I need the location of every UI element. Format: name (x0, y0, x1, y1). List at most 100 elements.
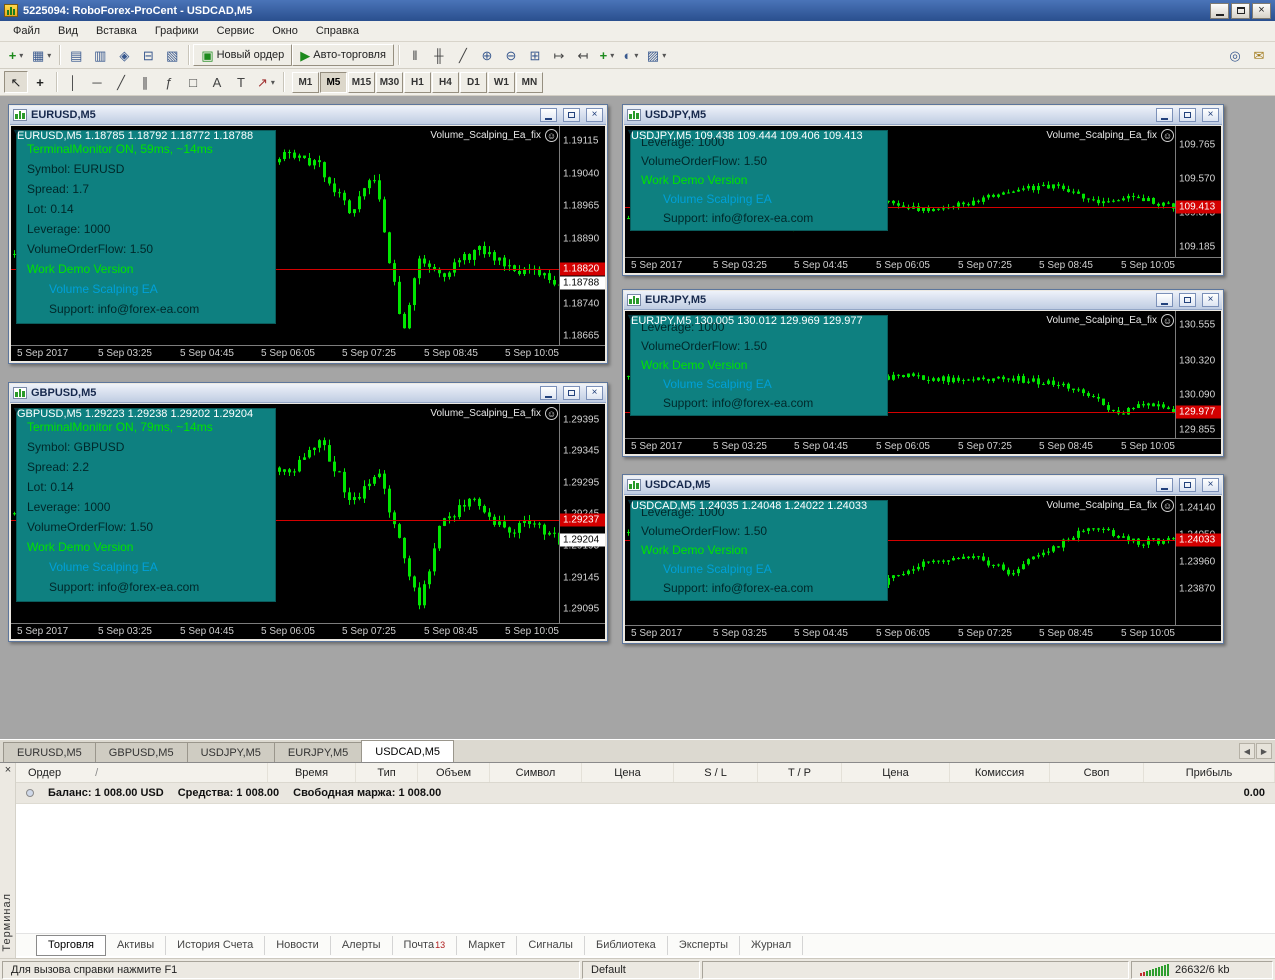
chart-close-icon[interactable]: × (1202, 478, 1219, 492)
chart-plot-area[interactable]: GBPUSD,M5 1.29223 1.29238 1.29202 1.2920… (11, 404, 561, 623)
terminal-column-header[interactable]: Своп (1050, 763, 1144, 782)
timeframe-w1-button[interactable]: W1 (487, 71, 515, 93)
text-button[interactable]: A (205, 71, 229, 93)
terminal-tab[interactable]: История Счета (166, 935, 266, 955)
timeframe-m5-button[interactable]: M5 (319, 71, 347, 93)
strategy-tester-button[interactable]: ▧ (160, 44, 184, 66)
line-chart-button[interactable]: ╱ (451, 44, 475, 66)
timeframe-m15-button[interactable]: M15 (347, 71, 375, 93)
chart-tab[interactable]: USDCAD,M5 (361, 740, 455, 762)
market-watch-button[interactable]: ▤ (64, 44, 88, 66)
ea-smiley-icon[interactable]: ☺ (1161, 499, 1174, 512)
ea-smiley-icon[interactable]: ☺ (1161, 129, 1174, 142)
equidistant-channel-button[interactable]: ∥ (133, 71, 157, 93)
chart-minimize-icon[interactable] (1156, 478, 1173, 492)
arrows-button[interactable]: ↗ ▾ (253, 71, 279, 93)
price-scale[interactable]: 130.555 130.320 130.090 129.855 129.977 (1175, 311, 1221, 438)
scroll-right-icon[interactable]: ▶ (1256, 743, 1272, 759)
chart-restore-icon[interactable] (563, 108, 580, 122)
terminal-tab[interactable]: Новости (265, 935, 331, 955)
chart-minimize-icon[interactable] (1156, 293, 1173, 307)
balance-row[interactable]: Баланс: 1 008.00 USD Средства: 1 008.00 … (16, 783, 1275, 804)
chart-close-icon[interactable]: × (1202, 293, 1219, 307)
terminal-column-header[interactable]: Время (268, 763, 356, 782)
panel-collapse-arrow-icon[interactable]: ▼ (626, 497, 635, 507)
timeframe-mn-button[interactable]: MN (515, 71, 543, 93)
terminal-tab[interactable]: Почта 13 (393, 935, 458, 955)
timeframe-m1-button[interactable]: M1 (291, 71, 319, 93)
chat-button[interactable]: ✉ (1247, 44, 1271, 66)
chart-close-icon[interactable]: × (586, 108, 603, 122)
terminal-column-header[interactable]: Цена (842, 763, 950, 782)
timeframe-d1-button[interactable]: D1 (459, 71, 487, 93)
menu-item[interactable]: Окно (263, 21, 307, 41)
chart-window-titlebar[interactable]: GBPUSD,M5 × (10, 384, 606, 403)
terminal-tab[interactable]: Сигналы (517, 935, 585, 955)
zoom-in-button[interactable]: ⊕ (475, 44, 499, 66)
terminal-column-header[interactable]: T / P (758, 763, 842, 782)
new-chart-button[interactable]: + ▾ (4, 44, 28, 66)
chart-restore-icon[interactable] (1179, 108, 1196, 122)
terminal-tab[interactable]: Библиотека (585, 935, 668, 955)
zoom-out-button[interactable]: ⊖ (499, 44, 523, 66)
chart-minimize-icon[interactable] (540, 386, 557, 400)
title-bar[interactable]: 5225094: RoboForex-ProCent - USDCAD,M5 × (0, 0, 1275, 21)
terminal-column-header[interactable]: Объем (418, 763, 490, 782)
chart-plot-area[interactable]: EURUSD,M5 1.18785 1.18792 1.18772 1.1878… (11, 126, 561, 345)
timeframe-h1-button[interactable]: H1 (403, 71, 431, 93)
chart-plot-area[interactable]: USDJPY,M5 109.438 109.444 109.406 109.41… (625, 126, 1177, 257)
terminal-column-header[interactable]: Тип (356, 763, 418, 782)
terminal-column-header[interactable]: S / L (674, 763, 758, 782)
chart-plot-area[interactable]: EURJPY,M5 130.005 130.012 129.969 129.97… (625, 311, 1177, 438)
ea-smiley-icon[interactable]: ☺ (1161, 314, 1174, 327)
chart-close-icon[interactable]: × (586, 386, 603, 400)
chart-shift-button[interactable]: ↤ (571, 44, 595, 66)
terminal-tab[interactable]: Алерты (331, 935, 393, 955)
menu-item[interactable]: Файл (4, 21, 49, 41)
terminal-tab[interactable]: Активы (106, 935, 167, 955)
vertical-line-button[interactable]: │ (61, 71, 85, 93)
chart-restore-icon[interactable] (563, 386, 580, 400)
menu-item[interactable]: Графики (146, 21, 208, 41)
indicators-button[interactable]: + ▾ (595, 44, 619, 66)
terminal-tab[interactable]: Маркет (457, 935, 518, 955)
terminal-tab[interactable]: Торговля (36, 934, 106, 956)
chart-minimize-icon[interactable] (540, 108, 557, 122)
menu-item[interactable]: Справка (307, 21, 368, 41)
ea-smiley-icon[interactable]: ☺ (545, 129, 558, 142)
terminal-tab[interactable]: Журнал (740, 935, 804, 955)
ea-smiley-icon[interactable]: ☺ (545, 407, 558, 420)
chart-window-titlebar[interactable]: EURUSD,M5 × (10, 106, 606, 125)
timeframe-m30-button[interactable]: M30 (375, 71, 403, 93)
periods-button[interactable]: ◐ ▾ (619, 44, 643, 66)
terminal-column-header[interactable]: Прибыль (1144, 763, 1275, 782)
chart-tab[interactable]: USDJPY,M5 (186, 742, 275, 762)
terminal-column-header[interactable]: Цена (582, 763, 674, 782)
status-profile[interactable]: Default (582, 960, 700, 979)
fibonacci-button[interactable]: ƒ (157, 71, 181, 93)
terminal-toggle-button[interactable]: ⊟ (136, 44, 160, 66)
bar-chart-button[interactable]: ‖ (403, 44, 427, 66)
chart-plot-area[interactable]: USDCAD,M5 1.24035 1.24048 1.24022 1.2403… (625, 496, 1177, 625)
panel-collapse-arrow-icon[interactable]: ▼ (12, 127, 21, 137)
panel-collapse-arrow-icon[interactable]: ▼ (12, 405, 21, 415)
maximize-icon[interactable] (1231, 2, 1250, 19)
terminal-column-header[interactable]: Ордер / (16, 763, 268, 782)
terminal-column-header[interactable]: Символ (490, 763, 582, 782)
chart-minimize-icon[interactable] (1156, 108, 1173, 122)
time-axis[interactable]: 5 Sep 2017 5 Sep 03:25 5 Sep 04:45 5 Sep 06… (11, 623, 605, 639)
minimize-icon[interactable] (1210, 2, 1229, 19)
time-axis[interactable]: 5 Sep 2017 5 Sep 03:25 5 Sep 04:45 5 Sep 06… (625, 257, 1221, 273)
time-axis[interactable]: 5 Sep 2017 5 Sep 03:25 5 Sep 04:45 5 Sep 06… (625, 625, 1221, 641)
terminal-column-header[interactable]: Комиссия (950, 763, 1050, 782)
data-window-button[interactable]: ▥ (88, 44, 112, 66)
shapes-button[interactable]: □ (181, 71, 205, 93)
chart-tab[interactable]: EURJPY,M5 (273, 742, 363, 762)
chart-restore-icon[interactable] (1179, 478, 1196, 492)
price-scale[interactable]: 109.765109.570109.375109.185109.413 (1175, 126, 1221, 257)
time-axis[interactable]: 5 Sep 2017 5 Sep 03:25 5 Sep 04:45 5 Sep 06… (11, 345, 605, 361)
chart-window-titlebar[interactable]: USDJPY,M5 × (624, 106, 1222, 125)
price-scale[interactable]: 1.293951.293451.292951.292451.291951.291… (559, 404, 605, 623)
cursor-button[interactable]: ↖ (4, 71, 28, 93)
close-icon[interactable]: × (1252, 2, 1271, 19)
